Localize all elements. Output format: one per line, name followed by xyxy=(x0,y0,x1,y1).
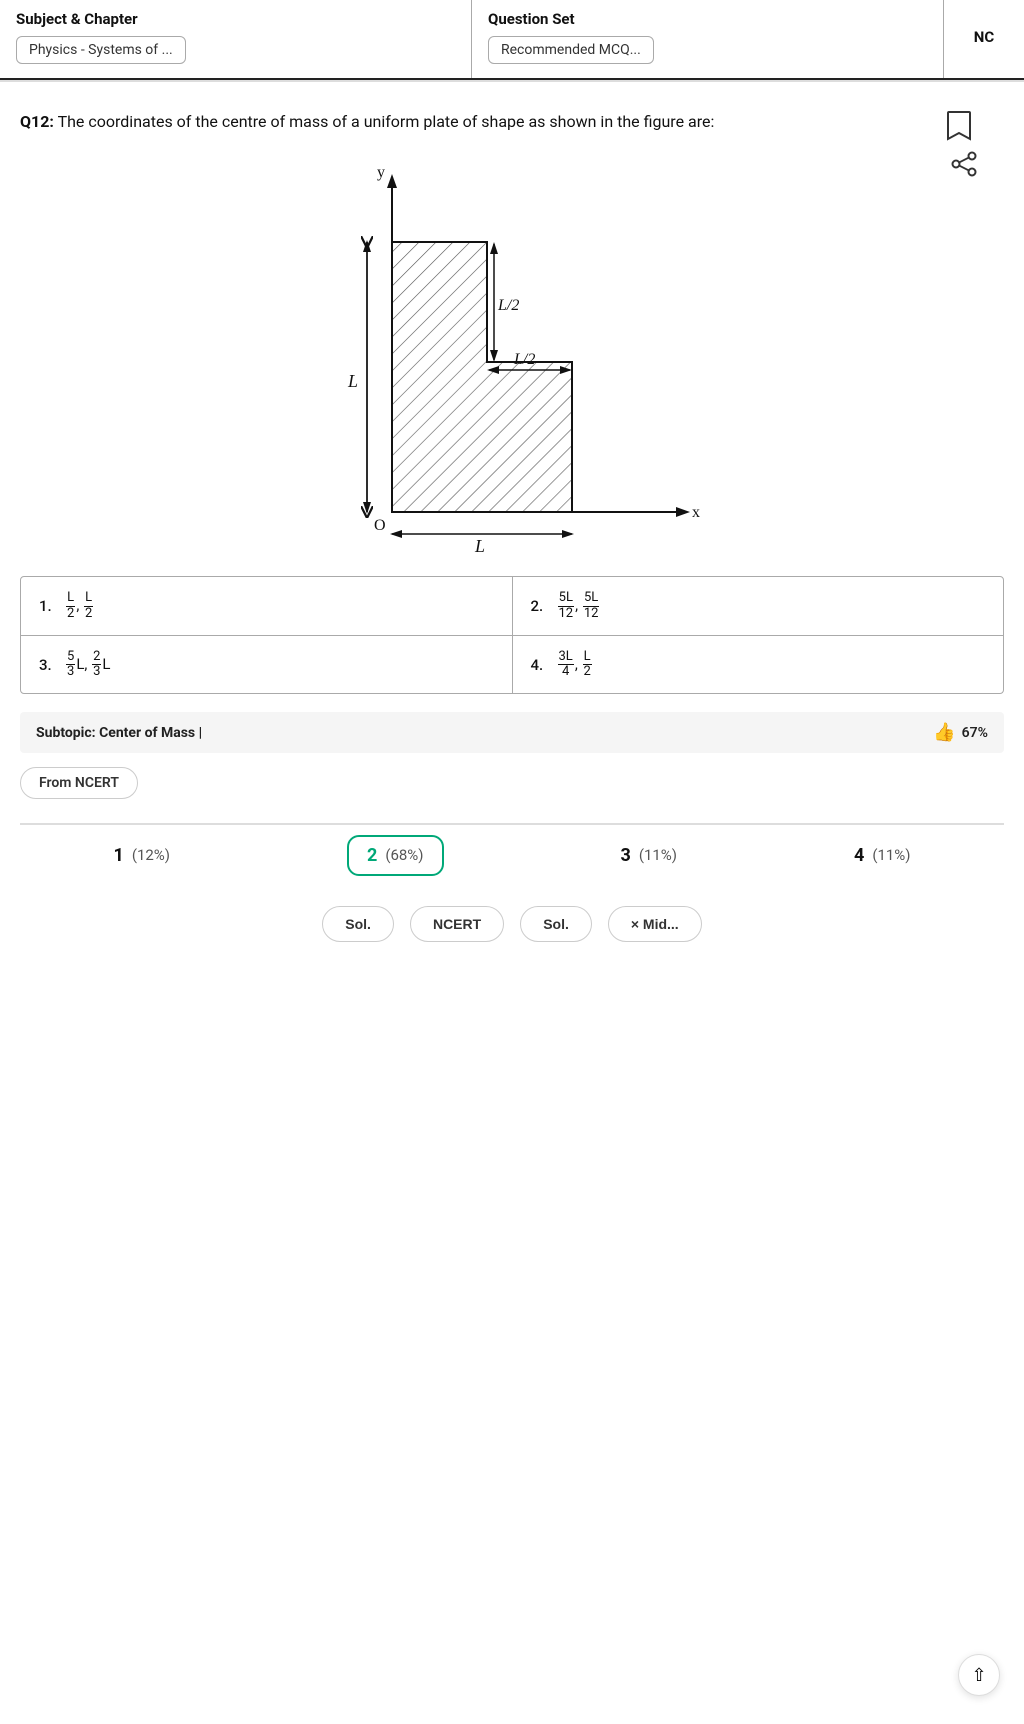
answer-opt-2[interactable]: 2 (68%) xyxy=(347,835,444,876)
option-2-math: 5L12, 5L12 xyxy=(557,591,601,621)
answer-4-pct: (11%) xyxy=(872,846,910,864)
sol-button-2[interactable]: Sol. xyxy=(520,906,592,942)
bottom-buttons: Sol. NCERT Sol. × Mid... xyxy=(20,896,1004,962)
share-icon[interactable] xyxy=(950,150,978,184)
answer-3-num: 3 xyxy=(620,845,630,866)
header: Subject & Chapter Physics - Systems of .… xyxy=(0,0,1024,80)
options-grid: 1. L2, L2 2. 5L12, 5L12 3. 53L, xyxy=(20,576,1004,694)
svg-text:y: y xyxy=(377,164,385,181)
like-section[interactable]: 👍 67% xyxy=(933,722,988,743)
answer-opt-1[interactable]: 1 (12%) xyxy=(113,845,170,866)
question-set-value[interactable]: Recommended MCQ... xyxy=(488,36,654,64)
answer-2-pct: (68%) xyxy=(385,846,423,864)
svg-text:L: L xyxy=(474,536,485,552)
answer-1-pct: (12%) xyxy=(132,846,170,864)
option-3-num: 3. xyxy=(39,656,57,674)
option-1-num: 1. xyxy=(39,597,57,615)
bookmark-icon[interactable] xyxy=(946,110,972,148)
answer-distribution: 1 (12%) 2 (68%) 3 (11%) 4 (11%) xyxy=(20,825,1004,896)
figure-container: O x y xyxy=(20,152,1004,552)
question-set-label: Question Set xyxy=(488,10,927,28)
option-3-math: 53L, 23L xyxy=(65,650,110,680)
ncert-label: NC xyxy=(974,28,994,46)
option-cell-2[interactable]: 2. 5L12, 5L12 xyxy=(513,577,1004,635)
answer-4-num: 4 xyxy=(854,845,864,866)
mid-button[interactable]: × Mid... xyxy=(608,906,702,942)
option-4-num: 4. xyxy=(531,656,549,674)
svg-text:L/2: L/2 xyxy=(497,297,519,314)
question-text: Q12: The coordinates of the centre of ma… xyxy=(20,110,1004,135)
svg-text:L/2: L/2 xyxy=(513,351,535,368)
like-pct: 67% xyxy=(962,725,988,741)
scroll-top-button[interactable]: ⇧ xyxy=(958,1654,1000,1696)
option-1-math: L2, L2 xyxy=(65,591,94,621)
subject-chapter-label: Subject & Chapter xyxy=(16,10,455,28)
svg-text:L: L xyxy=(347,371,358,391)
subtopic-bar: Subtopic: Center of Mass | 👍 67% xyxy=(20,712,1004,753)
option-cell-3[interactable]: 3. 53L, 23L xyxy=(21,636,513,694)
answer-3-pct: (11%) xyxy=(639,846,677,864)
ncert-button[interactable]: NCERT xyxy=(410,906,504,942)
physics-figure: O x y xyxy=(322,152,702,552)
subtopic-value: Center of Mass | xyxy=(99,725,202,741)
sol-button-1[interactable]: Sol. xyxy=(322,906,394,942)
answer-opt-4[interactable]: 4 (11%) xyxy=(854,845,911,866)
option-cell-4[interactable]: 4. 3L4, L2 xyxy=(513,636,1004,694)
question-set-col: Question Set Recommended MCQ... xyxy=(472,0,944,78)
options-row-1: 1. L2, L2 2. 5L12, 5L12 xyxy=(21,577,1003,636)
thumb-up-icon: 👍 xyxy=(933,722,955,743)
options-row-2: 3. 53L, 23L 4. 3L4, L2 xyxy=(21,636,1003,694)
svg-text:O: O xyxy=(374,517,386,534)
answer-2-num: 2 xyxy=(367,845,377,866)
answer-1-num: 1 xyxy=(113,845,123,866)
subject-chapter-value[interactable]: Physics - Systems of ... xyxy=(16,36,186,64)
subtopic-text: Subtopic: Center of Mass | xyxy=(36,725,202,741)
option-4-math: 3L4, L2 xyxy=(557,650,593,680)
scroll-top-icon: ⇧ xyxy=(971,1665,986,1686)
answer-opt-3[interactable]: 3 (11%) xyxy=(620,845,677,866)
ncert-badge[interactable]: From NCERT xyxy=(20,767,138,799)
subject-chapter-col: Subject & Chapter Physics - Systems of .… xyxy=(0,0,472,78)
option-2-num: 2. xyxy=(531,597,549,615)
subtopic-label: Subtopic: xyxy=(36,725,96,741)
ncert-col: NC xyxy=(944,0,1024,78)
option-cell-1[interactable]: 1. L2, L2 xyxy=(21,577,513,635)
svg-text:x: x xyxy=(692,504,700,521)
question-number: Q12: xyxy=(20,112,54,131)
question-section: Q12: The coordinates of the centre of ma… xyxy=(0,82,1024,962)
question-body: The coordinates of the centre of mass of… xyxy=(58,112,715,131)
